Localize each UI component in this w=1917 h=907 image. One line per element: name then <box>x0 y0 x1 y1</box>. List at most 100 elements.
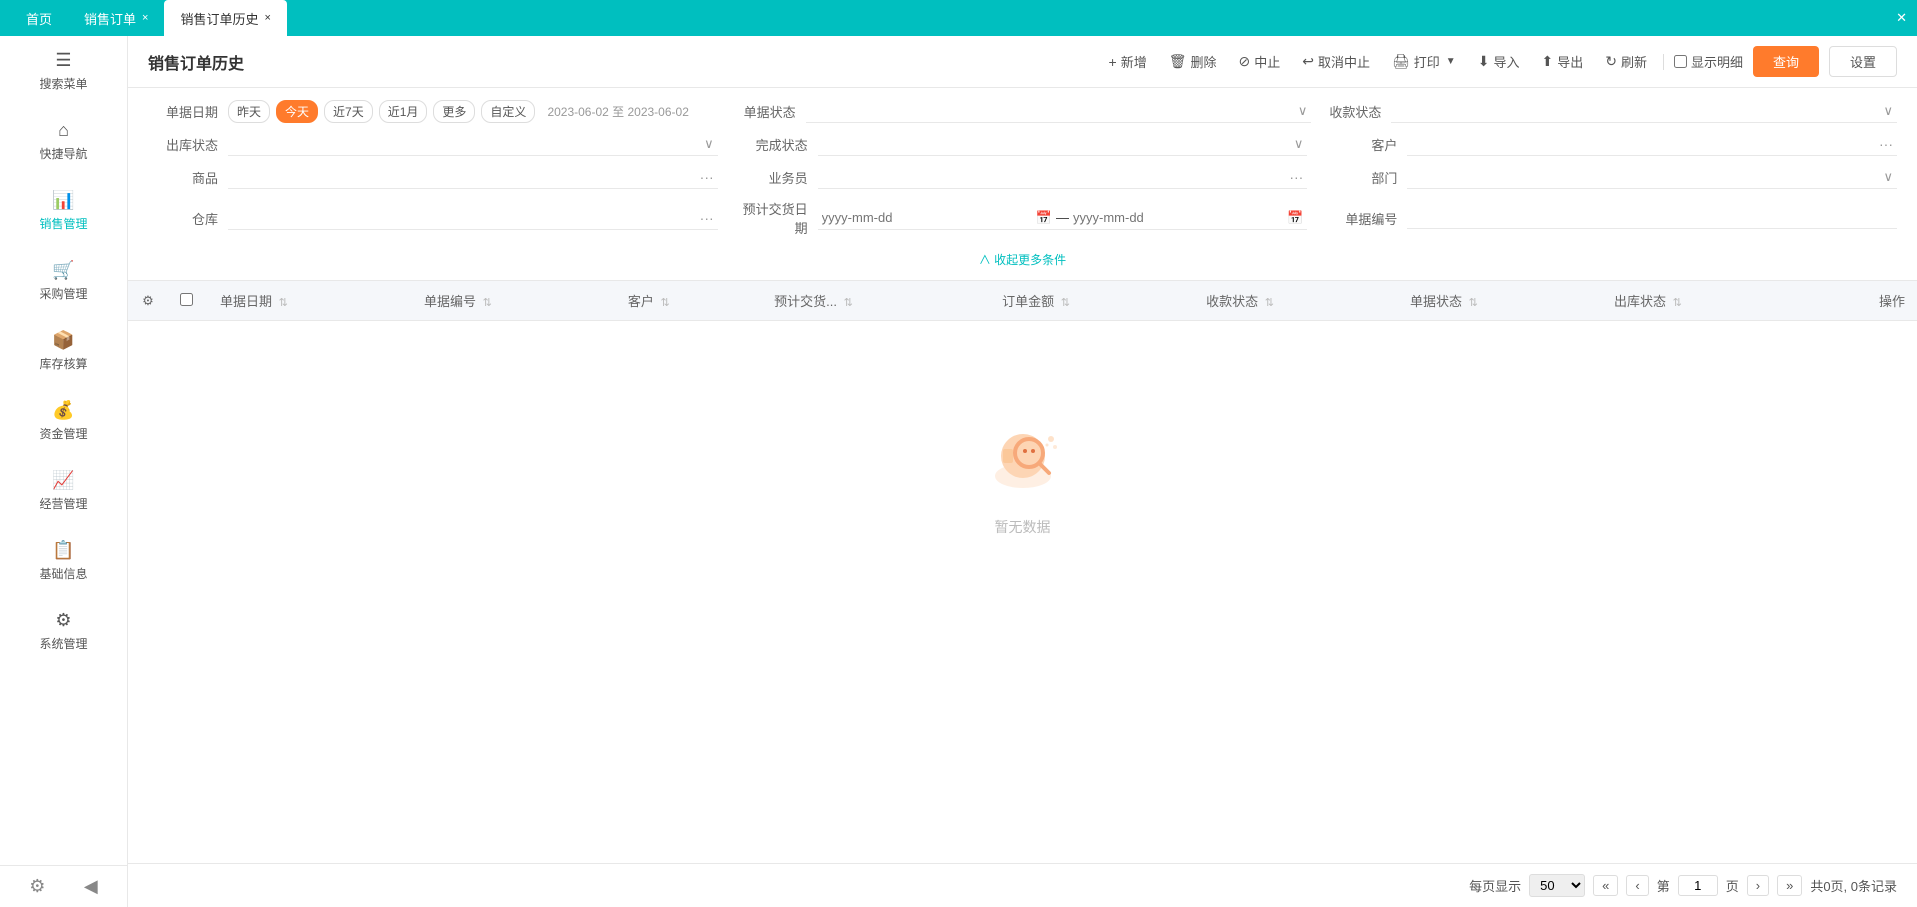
collapse-sidebar-icon[interactable]: ◀ <box>84 876 98 897</box>
product-field[interactable]: ··· <box>228 166 718 189</box>
collapse-filter[interactable]: ∧ 收起更多条件 <box>148 247 1897 268</box>
table-body: 暂无数据 <box>128 321 1917 618</box>
label-outstock-status: 出库状态 <box>148 135 228 154</box>
tab-sales-order-close[interactable]: × <box>142 12 148 24</box>
doc-status-select[interactable]: ∨ <box>806 100 1312 123</box>
page-size-label: 每页显示 <box>1469 876 1521 895</box>
payment-status-select[interactable]: ∨ <box>1391 100 1897 123</box>
sidebar-item-basic-info[interactable]: 📋 基础信息 <box>0 526 127 596</box>
tab-sales-order-history[interactable]: 销售订单历史 × <box>164 0 286 36</box>
top-bar-right: ✕ <box>1896 10 1907 26</box>
sidebar-item-operations[interactable]: 📈 经营管理 <box>0 456 127 526</box>
th-outstock-status-sort-icon: ⇅ <box>1673 297 1682 309</box>
label-department: 部门 <box>1327 168 1407 187</box>
settings-col-icon[interactable]: ⚙ <box>142 293 154 308</box>
date-1month[interactable]: 近1月 <box>379 100 428 123</box>
th-settings[interactable]: ⚙ <box>128 281 168 321</box>
query-button[interactable]: 查询 <box>1753 46 1819 77</box>
tab-sales-order[interactable]: 销售订单 × <box>68 0 164 36</box>
tab-home[interactable]: 首页 <box>10 0 68 36</box>
th-customer[interactable]: 客户 ⇅ <box>616 281 762 321</box>
delivery-date-end-calendar-icon[interactable]: 📅 <box>1287 210 1303 226</box>
label-delivery-date: 预计交货日期 <box>738 199 818 237</box>
page-title: 销售订单历史 <box>148 50 244 74</box>
date-range-value: 2023-06-02 至 2023-06-02 <box>547 103 688 120</box>
department-select[interactable]: ∨ <box>1407 166 1897 189</box>
th-checkbox[interactable] <box>168 281 208 321</box>
label-customer: 客户 <box>1327 135 1407 154</box>
warehouse-field[interactable]: ··· <box>228 207 718 230</box>
doc-number-field[interactable] <box>1407 207 1897 229</box>
date-custom[interactable]: 自定义 <box>481 100 535 123</box>
refresh-button[interactable]: ↻ 刷新 <box>1599 48 1653 75</box>
sidebar-item-system[interactable]: ⚙ 系统管理 <box>0 596 127 666</box>
customer-field[interactable]: ··· <box>1407 133 1897 156</box>
display-detail-checkbox[interactable] <box>1674 55 1687 68</box>
th-date-label: 单据日期 <box>220 294 272 309</box>
last-page-button[interactable]: » <box>1777 875 1802 896</box>
new-icon: + <box>1109 54 1117 70</box>
page-input[interactable] <box>1678 875 1718 896</box>
th-number[interactable]: 单据编号 ⇅ <box>412 281 616 321</box>
warehouse-ellipsis-icon[interactable]: ··· <box>700 210 714 226</box>
delete-button[interactable]: 🗑 删除 <box>1163 48 1223 75</box>
select-all-checkbox[interactable] <box>180 293 193 306</box>
sidebar-item-quicknav[interactable]: ⌂ 快捷导航 <box>0 106 127 176</box>
cancel-stop-button[interactable]: ↩ 取消中止 <box>1296 48 1376 75</box>
sidebar-item-sales[interactable]: 📊 销售管理 <box>0 176 127 246</box>
sidebar-item-inventory[interactable]: 📦 库存核算 <box>0 316 127 386</box>
delivery-date-separator: — <box>1056 210 1069 225</box>
th-doc-status[interactable]: 单据状态 ⇅ <box>1398 281 1602 321</box>
doc-number-input[interactable] <box>1411 210 1893 225</box>
settings-button[interactable]: 设置 <box>1829 46 1897 77</box>
th-customer-label: 客户 <box>628 294 654 309</box>
delivery-date-range: 📅 — 📅 <box>818 207 1308 230</box>
sidebar-item-operations-label: 经营管理 <box>39 495 87 512</box>
th-amount[interactable]: 订单金额 ⇅ <box>990 281 1194 321</box>
print-button[interactable]: 🖨 打印 ▼ <box>1386 48 1462 75</box>
display-detail-checkbox-label[interactable]: 显示明细 <box>1674 52 1743 71</box>
stop-button[interactable]: ⊘ 中止 <box>1233 48 1287 75</box>
settings-bottom-icon[interactable]: ⚙ <box>29 876 45 897</box>
new-button[interactable]: + 新增 <box>1103 48 1153 75</box>
first-page-button[interactable]: « <box>1593 875 1618 896</box>
sidebar-item-purchase[interactable]: 🛒 采购管理 <box>0 246 127 316</box>
prev-page-button[interactable]: ‹ <box>1626 875 1648 896</box>
date-yesterday[interactable]: 昨天 <box>228 100 270 123</box>
system-icon: ⚙ <box>55 610 71 631</box>
sidebar-item-finance[interactable]: 💰 资金管理 <box>0 386 127 456</box>
customer-ellipsis-icon[interactable]: ··· <box>1879 136 1893 152</box>
th-date[interactable]: 单据日期 ⇅ <box>208 281 412 321</box>
th-payment-status[interactable]: 收款状态 ⇅ <box>1194 281 1398 321</box>
salesperson-ellipsis-icon[interactable]: ··· <box>1289 169 1303 185</box>
salesperson-field[interactable]: ··· <box>818 166 1308 189</box>
th-amount-label: 订单金额 <box>1002 294 1054 309</box>
product-ellipsis-icon[interactable]: ··· <box>700 169 714 185</box>
tab-sales-order-history-close[interactable]: × <box>264 12 270 24</box>
page-suffix: 页 <box>1726 876 1739 895</box>
sidebar-item-purchase-label: 采购管理 <box>39 285 87 302</box>
delivery-date-start-calendar-icon[interactable]: 📅 <box>1036 210 1052 226</box>
import-button[interactable]: ⬇ 导入 <box>1472 48 1526 75</box>
th-delivery[interactable]: 预计交货... ⇅ <box>762 281 990 321</box>
date-7days[interactable]: 近7天 <box>324 100 373 123</box>
label-complete-status: 完成状态 <box>738 135 818 154</box>
th-outstock-status[interactable]: 出库状态 ⇅ <box>1602 281 1806 321</box>
outstock-status-select[interactable]: ∨ <box>228 133 718 156</box>
delivery-date-start[interactable] <box>822 210 1032 225</box>
export-button[interactable]: ⬆ 导出 <box>1535 48 1589 75</box>
date-more[interactable]: 更多 <box>433 100 475 123</box>
sidebar-item-sales-label: 销售管理 <box>39 215 87 232</box>
date-filter: 昨天 今天 近7天 近1月 更多 自定义 2023-06-02 至 2023-0… <box>228 100 726 123</box>
delivery-date-end[interactable] <box>1073 210 1283 225</box>
page-size-select[interactable]: 50 100 200 <box>1529 874 1585 897</box>
inventory-icon: 📦 <box>52 330 74 351</box>
top-bar-close[interactable]: ✕ <box>1896 10 1907 26</box>
sidebar-item-inventory-label: 库存核算 <box>39 355 87 372</box>
label-warehouse: 仓库 <box>148 209 228 228</box>
next-page-button[interactable]: › <box>1747 875 1769 896</box>
date-today[interactable]: 今天 <box>276 100 318 123</box>
sidebar-item-search[interactable]: ☰ 搜索菜单 <box>0 36 127 106</box>
th-payment-status-label: 收款状态 <box>1206 294 1258 309</box>
complete-status-select[interactable]: ∨ <box>818 133 1308 156</box>
